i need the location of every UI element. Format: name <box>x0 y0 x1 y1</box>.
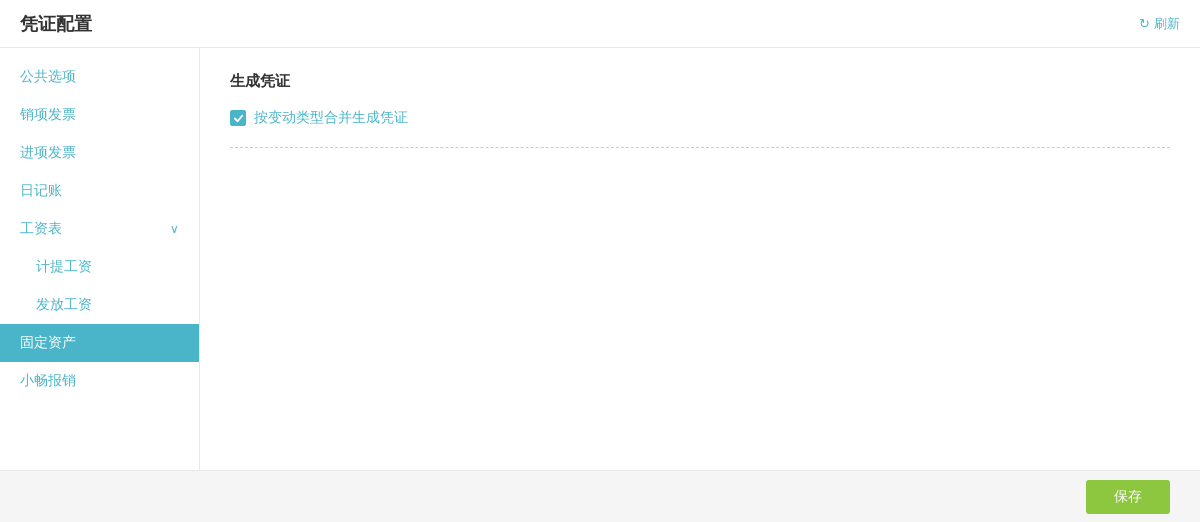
sidebar-item-sales-invoice[interactable]: 销项发票 <box>0 96 199 134</box>
main-content: 生成凭证 按变动类型合并生成凭证 <box>200 48 1200 470</box>
sidebar-item-purchase-invoice[interactable]: 进项发票 <box>0 134 199 172</box>
sidebar-item-label-payroll-table: 工资表 <box>20 220 62 238</box>
sidebar-item-label-fixed-assets: 固定资产 <box>20 334 76 352</box>
sidebar-item-label-public-options: 公共选项 <box>20 68 76 86</box>
chevron-down-icon: ∨ <box>170 222 179 236</box>
sidebar-item-journal[interactable]: 日记账 <box>0 172 199 210</box>
refresh-label: 刷新 <box>1154 15 1180 33</box>
page-title: 凭证配置 <box>20 12 92 36</box>
sidebar-item-public-options[interactable]: 公共选项 <box>0 58 199 96</box>
save-button[interactable]: 保存 <box>1086 480 1170 514</box>
sidebar-item-label-purchase-invoice: 进项发票 <box>20 144 76 162</box>
merge-generate-label: 按变动类型合并生成凭证 <box>254 109 408 127</box>
sidebar-item-label-petty-expense: 小畅报销 <box>20 372 76 390</box>
footer: 保存 <box>0 470 1200 522</box>
sidebar-item-calculate-wage[interactable]: 计提工资 <box>0 248 199 286</box>
section-divider <box>230 147 1170 148</box>
sidebar-item-label-journal: 日记账 <box>20 182 62 200</box>
merge-generate-checkbox[interactable] <box>230 110 246 126</box>
sidebar-item-label-sales-invoice: 销项发票 <box>20 106 76 124</box>
header: 凭证配置 ↻ 刷新 <box>0 0 1200 48</box>
sidebar-item-payroll-table[interactable]: 工资表 ∨ <box>0 210 199 248</box>
sidebar-item-distribute-wage[interactable]: 发放工资 <box>0 286 199 324</box>
sidebar-item-fixed-assets[interactable]: 固定资产 <box>0 324 199 362</box>
merge-generate-row[interactable]: 按变动类型合并生成凭证 <box>230 109 1170 127</box>
body: 公共选项销项发票进项发票日记账工资表 ∨ 计提工资发放工资固定资产小畅报销 生成凭证… <box>0 48 1200 470</box>
refresh-icon: ↻ <box>1139 16 1150 31</box>
sidebar-item-petty-expense[interactable]: 小畅报销 <box>0 362 199 400</box>
section-title: 生成凭证 <box>230 72 1170 91</box>
refresh-button[interactable]: ↻ 刷新 <box>1139 15 1180 33</box>
sidebar: 公共选项销项发票进项发票日记账工资表 ∨ 计提工资发放工资固定资产小畅报销 <box>0 48 200 470</box>
